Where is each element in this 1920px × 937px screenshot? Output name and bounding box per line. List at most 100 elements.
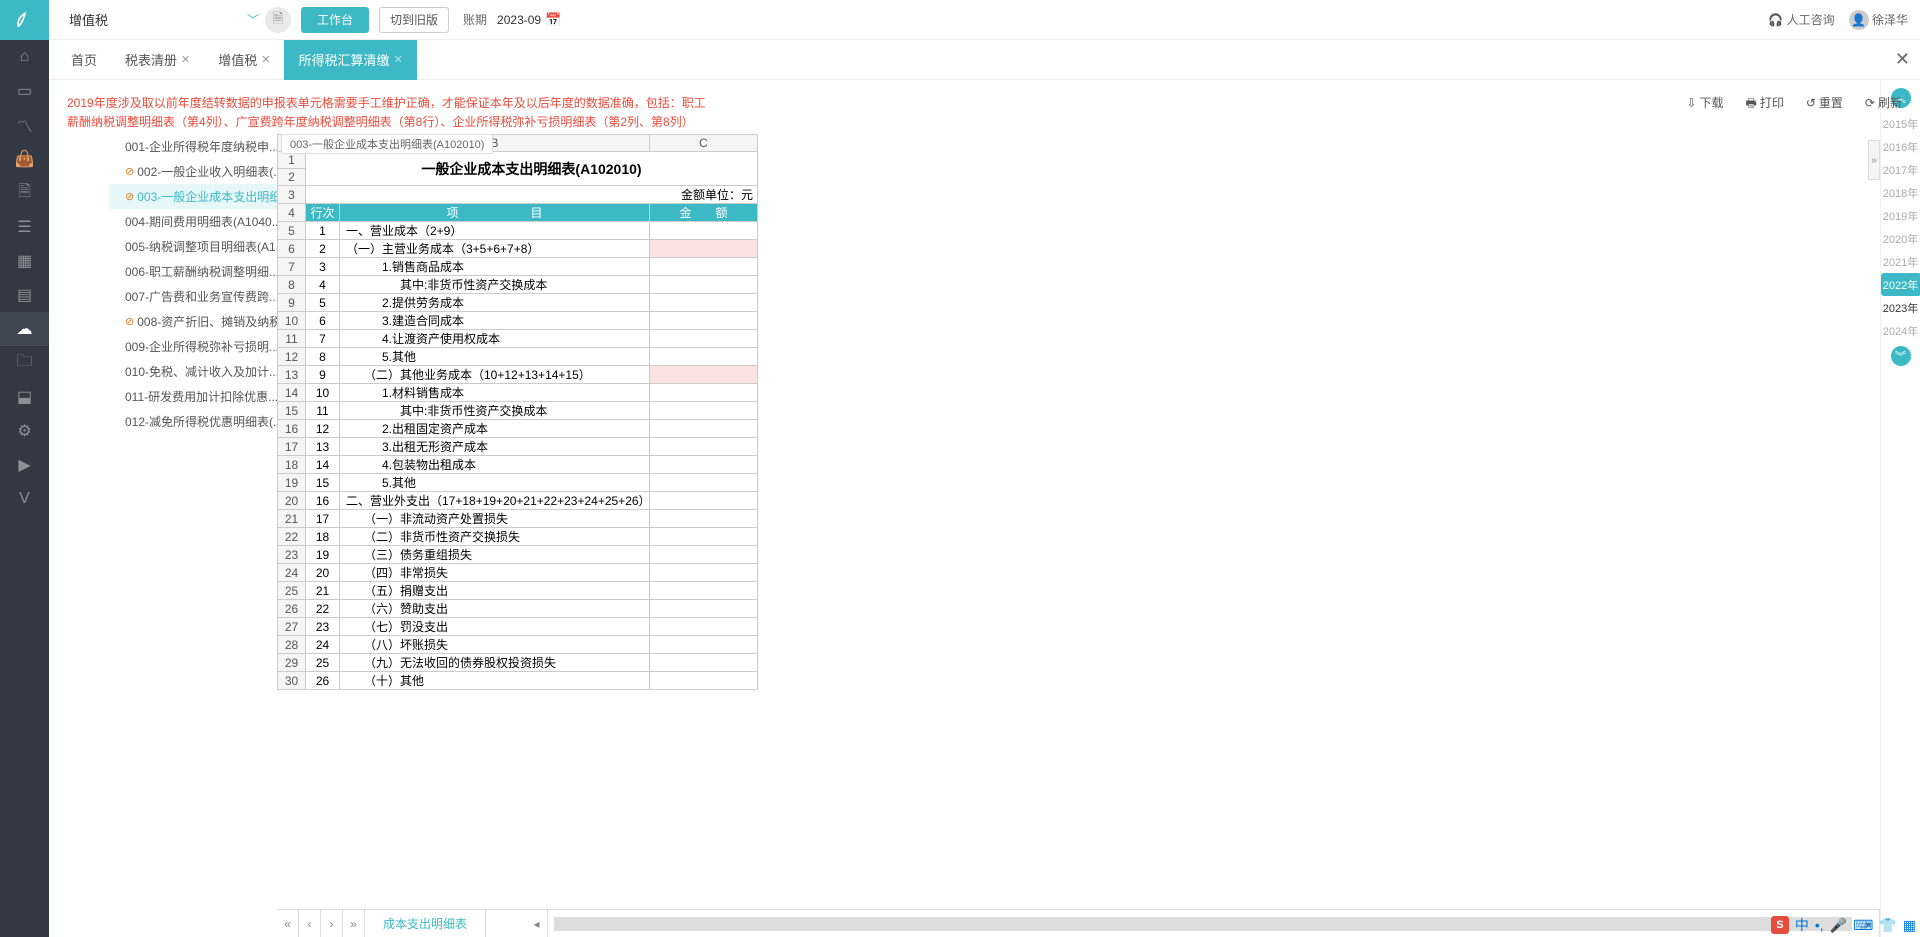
form-item-2[interactable]: ⊘003-一般企业成本支出明细... [109,184,277,209]
table-row[interactable]: 2016二、营业外支出（17+18+19+20+21+22+23+24+25+2… [278,492,758,510]
table-row[interactable]: 2824（八）坏账损失 [278,636,758,654]
close-icon[interactable]: ✕ [394,53,403,66]
period-value[interactable]: 2023-09 [497,13,541,27]
table-row[interactable]: 1285.其他 [278,348,758,366]
close-icon[interactable]: ✕ [261,53,270,66]
form-item-7[interactable]: ⊘008-资产折旧、摊销及纳税... [109,309,277,334]
app-logo[interactable] [0,0,49,40]
sheet-next-icon[interactable]: › [321,910,343,937]
table-row[interactable]: 1511其中:非货币性资产交换成本 [278,402,758,420]
table-row[interactable]: 84其中:非货币性资产交换成本 [278,276,758,294]
nav-grid-icon[interactable]: ▦ [0,244,49,278]
workspace-button[interactable]: 工作台 [301,7,369,33]
refresh-button[interactable]: ⟳ 刷新 [1865,94,1902,113]
year-2017年[interactable]: 2017年 [1881,158,1920,181]
table-row[interactable]: 2723（七）罚没支出 [278,618,758,636]
ime-grid-icon[interactable]: ▦ [1903,917,1916,934]
year-2019年[interactable]: 2019年 [1881,204,1920,227]
sheet-prev-icon[interactable]: ‹ [299,910,321,937]
form-item-0[interactable]: 001-企业所得税年度纳税申... [109,134,277,159]
nav-v-icon[interactable]: V [0,482,49,516]
nav-folder-icon[interactable]: 🗀 [0,346,49,380]
download-button[interactable]: ⇩ 下载 [1686,94,1723,113]
ime-logo-icon[interactable]: S [1771,916,1789,934]
user-menu[interactable]: 👤 徐泽华 [1849,10,1908,30]
form-item-5[interactable]: 006-职工薪酬纳税调整明细... [109,259,277,284]
table-row[interactable]: 51一、营业成本（2+9） [278,222,758,240]
support-link[interactable]: 🎧 人工咨询 [1768,11,1834,28]
nav-inbox-icon[interactable]: ⬓ [0,380,49,414]
ime-punct-icon[interactable]: •, [1815,917,1824,933]
avatar-icon: 👤 [1849,10,1869,30]
nav-card-icon[interactable]: ▭ [0,74,49,108]
nav-doc-icon[interactable]: 🗎 [0,176,49,210]
table-row[interactable]: 16122.出租固定资产成本 [278,420,758,438]
table-row[interactable]: 3026（十）其他 [278,672,758,690]
nav-tax-icon[interactable]: ☁ [0,312,49,346]
tab-2[interactable]: 增值税✕ [204,40,284,80]
nav-list-icon[interactable]: ☰ [0,210,49,244]
table-row[interactable]: 2521（五）捐赠支出 [278,582,758,600]
table-row[interactable]: 2218（二）非货币性资产交换损失 [278,528,758,546]
hscroll-left-icon[interactable]: ◂ [526,910,548,937]
sheet-last-icon[interactable]: » [343,910,365,937]
year-down-icon[interactable]: ︾ [1891,346,1911,366]
form-item-3[interactable]: 004-期间费用明细表(A1040... [109,209,277,234]
print-button[interactable]: 🖶 打印 [1746,94,1784,113]
table-row[interactable]: 2622（六）赞助支出 [278,600,758,618]
ime-keyboard-icon[interactable]: ⌨ [1853,917,1873,934]
table-row[interactable]: 2925（九）无法收回的债券股权投资损失 [278,654,758,672]
nav-settings-icon[interactable]: ⚙ [0,414,49,448]
form-item-4[interactable]: 005-纳税调整项目明细表(A1... [109,234,277,259]
nav-table-icon[interactable]: ▤ [0,278,49,312]
ime-lang[interactable]: 中 [1795,915,1809,935]
year-2018年[interactable]: 2018年 [1881,181,1920,204]
year-2016年[interactable]: 2016年 [1881,135,1920,158]
doc-icon-button[interactable]: 🗎 [265,7,291,33]
switch-old-button[interactable]: 切到旧版 [379,7,449,33]
table-row[interactable]: 19155.其他 [278,474,758,492]
sheet-tab[interactable]: 成本支出明细表 [365,910,486,937]
ime-skin-icon[interactable]: 👕 [1879,917,1896,934]
table-row[interactable]: 1174.让渡资产使用权成本 [278,330,758,348]
table-row[interactable]: 952.提供劳务成本 [278,294,758,312]
form-item-9[interactable]: 010-免税、减计收入及加计... [109,359,277,384]
nav-video-icon[interactable]: ▶ [0,448,49,482]
tab-0[interactable]: 首页 [57,40,111,80]
sheet-first-icon[interactable]: « [277,910,299,937]
horizontal-scrollbar[interactable] [554,917,1852,931]
year-2023年[interactable]: 2023年 [1881,296,1920,319]
form-item-8[interactable]: 009-企业所得税弥补亏损明... [109,334,277,359]
form-item-10[interactable]: 011-研发费用加计扣除优惠... [109,384,277,409]
year-2024年[interactable]: 2024年 [1881,319,1920,342]
tab-3[interactable]: 所得税汇算清缴✕ [284,40,416,80]
module-dropdown[interactable]: 增值税 ﹀ [69,10,259,29]
table-row[interactable]: 1063.建造合同成本 [278,312,758,330]
table-row[interactable]: 139（二）其他业务成本（10+12+13+14+15） [278,366,758,384]
nav-home-icon[interactable]: ⌂ [0,40,49,74]
close-all-tabs-icon[interactable]: ✕ [1895,49,1910,70]
table-row[interactable]: 2420（四）非常损失 [278,564,758,582]
tab-1[interactable]: 税表清册✕ [111,40,204,80]
year-2021年[interactable]: 2021年 [1881,250,1920,273]
calendar-icon[interactable]: 📅 [545,12,561,28]
form-item-6[interactable]: 007-广告费和业务宣传费跨... [109,284,277,309]
reset-button[interactable]: ↺ 重置 [1806,94,1843,113]
form-item-1[interactable]: ⊘002-一般企业收入明细表(... [109,159,277,184]
table-row[interactable]: 731.销售商品成本 [278,258,758,276]
table-row[interactable]: 2117（一）非流动资产处置损失 [278,510,758,528]
close-icon[interactable]: ✕ [181,53,190,66]
table-row[interactable]: 62（一）主营业务成本（3+5+6+7+8） [278,240,758,258]
nav-chart-icon[interactable]: 〽 [0,108,49,142]
expand-handle[interactable]: » [1868,140,1880,180]
form-item-11[interactable]: 012-减免所得税优惠明细表(... [109,409,277,434]
nav-bag-icon[interactable]: 👜 [0,142,49,176]
year-2020年[interactable]: 2020年 [1881,227,1920,250]
table-row[interactable]: 17133.出租无形资产成本 [278,438,758,456]
table-row[interactable]: 18144.包装物出租成本 [278,456,758,474]
spreadsheet[interactable]: ABC1一般企业成本支出明细表(A102010)23金额单位：元4行次项 目金 … [277,134,1880,909]
ime-mic-icon[interactable]: 🎤 [1830,917,1847,934]
table-row[interactable]: 14101.材料销售成本 [278,384,758,402]
year-2022年[interactable]: 2022年 [1881,273,1920,296]
table-row[interactable]: 2319（三）债务重组损失 [278,546,758,564]
